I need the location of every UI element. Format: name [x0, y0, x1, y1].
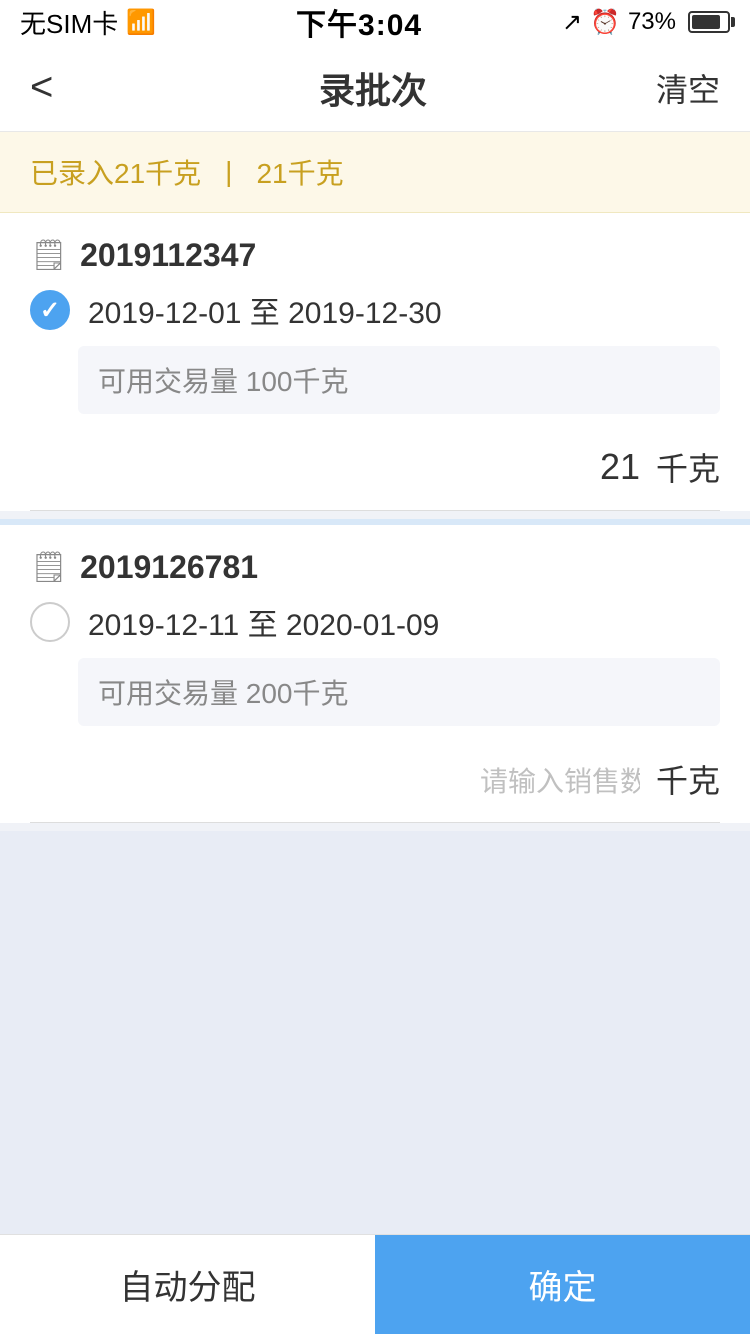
wifi-icon: 📶	[126, 8, 156, 37]
status-bar: 无SIM卡 📶 下午3:04 ↗ ⏰ 73%	[0, 0, 750, 44]
batch2-row[interactable]: 2019-12-11 至 2020-01-09	[0, 596, 750, 654]
bottom-bar: 自动分配 确定	[0, 1234, 750, 1334]
batch1-quantity-input[interactable]	[480, 446, 640, 488]
sim-text: 无SIM卡	[20, 4, 118, 41]
batch1-header: 🗒 2019112347	[0, 213, 750, 284]
battery-percent: 73%	[628, 8, 676, 36]
batch1-id: 2019112347	[80, 237, 256, 274]
batch-card-2: 🗒 2019126781 2019-12-11 至 2020-01-09 可用交…	[0, 525, 750, 823]
batch2-quantity-row: 千克	[0, 742, 750, 822]
batch2-header: 🗒 2019126781	[0, 525, 750, 596]
summary-banner: 已录入21千克 | 21千克	[0, 132, 750, 213]
empty-spacer	[0, 831, 750, 1251]
batch1-underline	[30, 510, 720, 511]
batch2-date: 2019-12-11 至 2020-01-09	[88, 600, 439, 644]
battery-icon	[688, 11, 730, 33]
page-title: 录批次	[319, 62, 427, 114]
summary-divider: |	[225, 156, 232, 188]
summary-item2: 21千克	[256, 152, 343, 192]
batch1-quantity-row: 千克	[0, 430, 750, 510]
batch1-avail: 可用交易量 100千克	[78, 346, 720, 414]
batch2-unit: 千克	[656, 756, 720, 802]
clear-button[interactable]: 清空	[656, 65, 720, 111]
batch1-date: 2019-12-01 至 2019-12-30	[88, 288, 442, 332]
summary-item1: 已录入21千克	[30, 152, 201, 192]
batch1-unit: 千克	[656, 444, 720, 490]
batch2-icon: 🗒	[30, 550, 68, 585]
batch1-row[interactable]: 2019-12-01 至 2019-12-30	[0, 284, 750, 342]
location-icon: ↗	[562, 8, 582, 37]
nav-bar: < 录批次 清空	[0, 44, 750, 132]
status-time: 下午3:04	[296, 0, 422, 44]
content-area: 🗒 2019112347 2019-12-01 至 2019-12-30 可用交…	[0, 213, 750, 1251]
batch2-quantity-input[interactable]	[480, 758, 640, 800]
batch2-id: 2019126781	[80, 549, 258, 586]
batch1-icon: 🗒	[30, 238, 68, 273]
status-right: ↗ ⏰ 73%	[562, 8, 730, 37]
status-left: 无SIM卡 📶	[20, 4, 156, 41]
batch-card-1: 🗒 2019112347 2019-12-01 至 2019-12-30 可用交…	[0, 213, 750, 511]
alarm-icon: ⏰	[590, 8, 620, 37]
batch2-underline	[30, 822, 720, 823]
auto-distribute-button[interactable]: 自动分配	[0, 1235, 375, 1334]
batch2-avail: 可用交易量 200千克	[78, 658, 720, 726]
confirm-button[interactable]: 确定	[375, 1235, 750, 1334]
back-button[interactable]: <	[30, 65, 90, 110]
batch2-radio[interactable]	[30, 602, 70, 642]
batch1-radio[interactable]	[30, 290, 70, 330]
